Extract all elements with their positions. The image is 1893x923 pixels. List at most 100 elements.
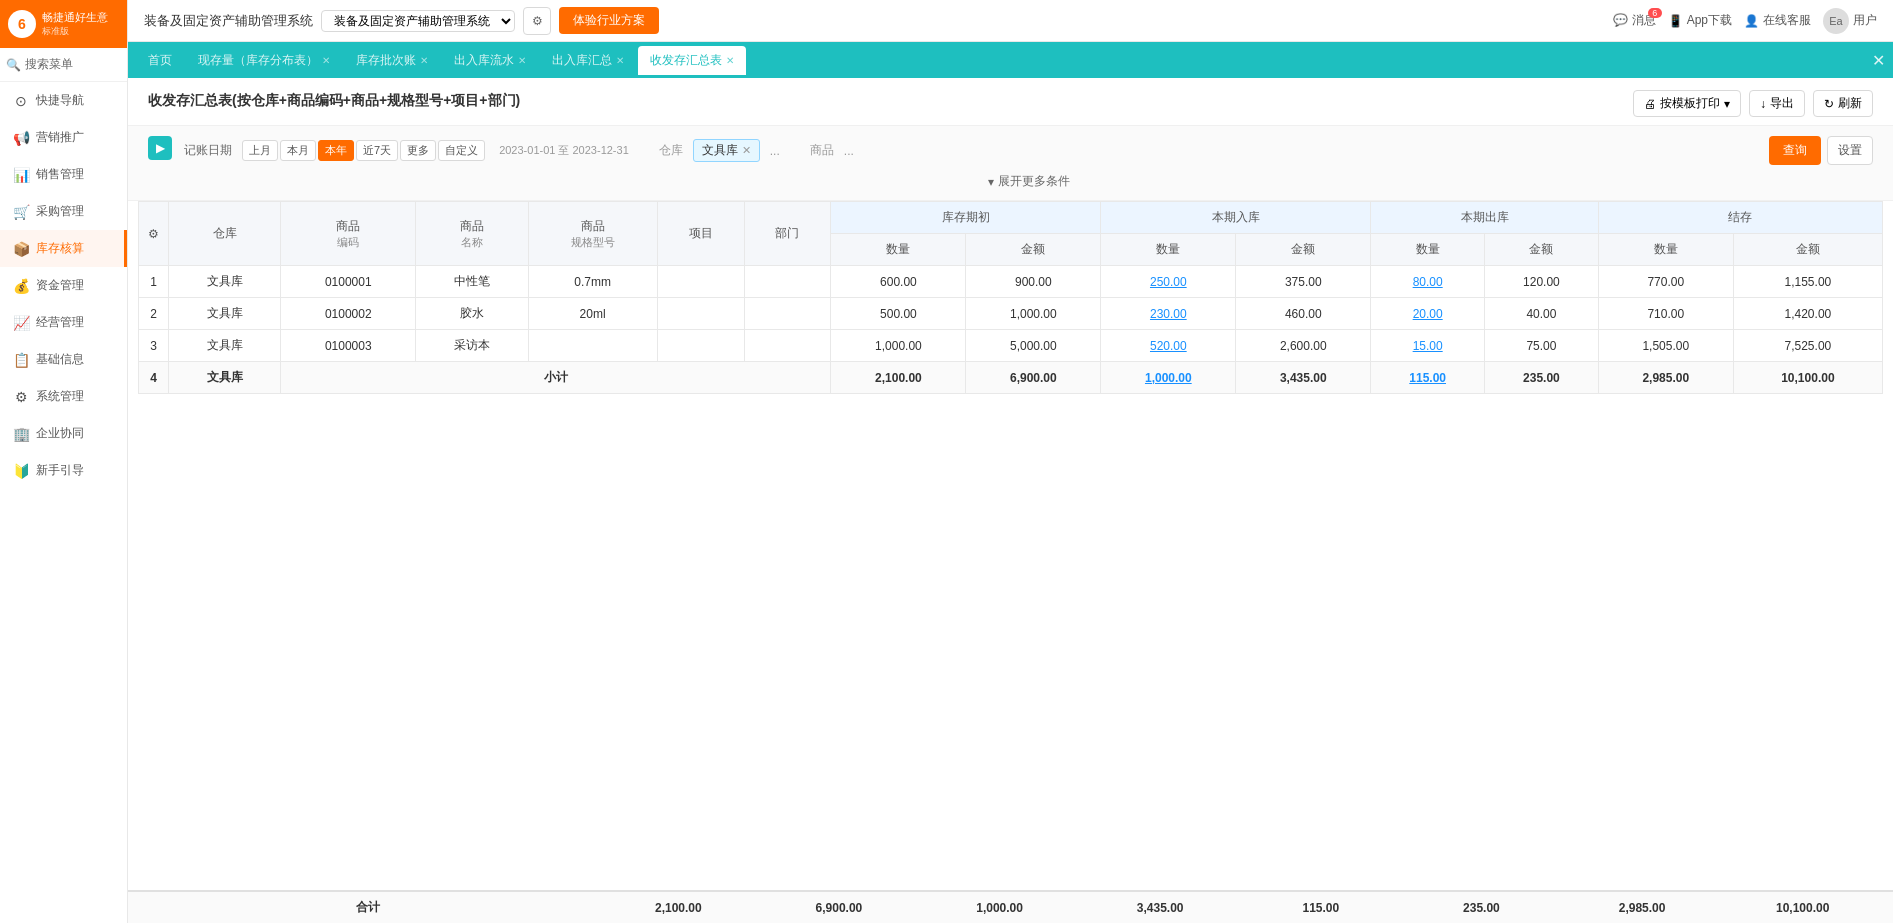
col-out-amt: 金额 [1485, 234, 1599, 266]
sidebar-item-guide[interactable]: 🔰 新手引导 [0, 452, 127, 489]
tab-stock-dist-close[interactable]: ✕ [322, 55, 330, 66]
row-out-qty[interactable]: 20.00 [1371, 298, 1485, 330]
guide-icon: 🔰 [12, 463, 30, 479]
date-range-display: 2023-01-01 至 2023-12-31 [499, 143, 629, 158]
sidebar-item-sales[interactable]: 📊 销售管理 [0, 156, 127, 193]
subtotal-warehouse: 文具库 [169, 362, 281, 394]
date-btn-more[interactable]: 更多 [400, 140, 436, 161]
warehouse-ellipsis[interactable]: ... [770, 144, 780, 158]
sidebar-item-operation[interactable]: 📈 经营管理 [0, 304, 127, 341]
tab-bar: 首页 现存量（库存分布表） ✕ 库存批次账 ✕ 出入库流水 ✕ 出入库汇总 ✕ … [128, 42, 1893, 78]
sidebar-item-quick-nav[interactable]: ⊙ 快捷导航 [0, 82, 127, 119]
tab-recv-send[interactable]: 收发存汇总表 ✕ [638, 46, 746, 75]
sidebar-item-label: 经营管理 [36, 314, 84, 331]
message-badge-container[interactable]: 💬 消息 6 [1613, 12, 1655, 29]
setting-button[interactable]: 设置 [1827, 136, 1873, 165]
col-code: 商品编码 [281, 202, 416, 266]
gear-icon: ⚙ [532, 14, 543, 28]
print-label: 按模板打印 [1660, 95, 1720, 112]
sidebar-item-basic[interactable]: 📋 基础信息 [0, 341, 127, 378]
tab-inout-flow[interactable]: 出入库流水 ✕ [442, 46, 538, 75]
subtotal-in-qty[interactable]: 1,000.00 [1101, 362, 1236, 394]
row-out-qty[interactable]: 15.00 [1371, 330, 1485, 362]
inventory-icon: 📦 [12, 241, 30, 257]
tab-batch-close[interactable]: ✕ [420, 55, 428, 66]
expand-more-conditions[interactable]: ▾ 展开更多条件 [988, 173, 1070, 190]
filter-collapse-btn[interactable]: ▶ [148, 136, 172, 160]
system-selector[interactable]: 装备及固定资产辅助管理系统 [321, 10, 515, 32]
row-bal-amt: 1,155.00 [1733, 266, 1882, 298]
online-service[interactable]: 👤 在线客服 [1744, 12, 1811, 29]
warehouse-tag-close[interactable]: ✕ [742, 144, 751, 157]
sidebar-item-purchase[interactable]: 🛒 采购管理 [0, 193, 127, 230]
sidebar-item-enterprise[interactable]: 🏢 企业协同 [0, 415, 127, 452]
sidebar-item-label: 系统管理 [36, 388, 84, 405]
col-dept: 部门 [744, 202, 831, 266]
date-btn-this-month[interactable]: 本月 [280, 140, 316, 161]
refresh-button[interactable]: ↻ 刷新 [1813, 90, 1873, 117]
date-btn-this-year[interactable]: 本年 [318, 140, 354, 161]
tab-inout-flow-close[interactable]: ✕ [518, 55, 526, 66]
user-label: 用户 [1853, 12, 1877, 29]
sidebar-item-finance[interactable]: 💰 资金管理 [0, 267, 127, 304]
message-icon: 💬 [1613, 13, 1628, 27]
export-label: 导出 [1770, 95, 1794, 112]
row-out-qty[interactable]: 80.00 [1371, 266, 1485, 298]
tab-recv-send-close[interactable]: ✕ [726, 55, 734, 66]
sidebar-item-system[interactable]: ⚙ 系统管理 [0, 378, 127, 415]
close-all-tabs[interactable]: ✕ [1872, 51, 1885, 70]
tab-home[interactable]: 首页 [136, 46, 184, 75]
trial-button[interactable]: 体验行业方案 [559, 7, 659, 34]
chevron-down-icon: ▾ [1724, 97, 1730, 111]
gear-button[interactable]: ⚙ [523, 7, 551, 35]
col-out-qty: 数量 [1371, 234, 1485, 266]
date-btn-7days[interactable]: 近7天 [356, 140, 398, 161]
col-warehouse: 仓库 [169, 202, 281, 266]
sidebar-item-label: 企业协同 [36, 425, 84, 442]
row-no: 2 [139, 298, 169, 330]
phone-icon: 📱 [1668, 14, 1683, 28]
subtotal-init-qty: 2,100.00 [831, 362, 966, 394]
finance-icon: 💰 [12, 278, 30, 294]
service-label: 在线客服 [1763, 12, 1811, 29]
row-init-amt: 900.00 [966, 266, 1101, 298]
app-download[interactable]: 📱 App下载 [1668, 12, 1732, 29]
row-bal-qty: 1,505.00 [1598, 330, 1733, 362]
export-button[interactable]: ↓ 导出 [1749, 90, 1805, 117]
query-button[interactable]: 查询 [1769, 136, 1821, 165]
col-in-amt: 金额 [1236, 234, 1371, 266]
print-icon: 🖨 [1644, 97, 1656, 111]
subtotal-out-amt: 235.00 [1485, 362, 1599, 394]
sales-icon: 📊 [12, 167, 30, 183]
print-button[interactable]: 🖨 按模板打印 ▾ [1633, 90, 1741, 117]
tab-inout-summary-close[interactable]: ✕ [616, 55, 624, 66]
sidebar-item-inventory[interactable]: 📦 库存核算 [0, 230, 127, 267]
sidebar-item-marketing[interactable]: 📢 营销推广 [0, 119, 127, 156]
goods-ellipsis[interactable]: ... [844, 144, 854, 158]
row-init-amt: 1,000.00 [966, 298, 1101, 330]
col-group-out: 本期出库 [1371, 202, 1599, 234]
total-out-amt: 235.00 [1401, 901, 1562, 915]
col-bal-qty: 数量 [1598, 234, 1733, 266]
topbar: 装备及固定资产辅助管理系统 装备及固定资产辅助管理系统 ⚙ 体验行业方案 💬 消… [128, 0, 1893, 42]
subtotal-out-qty[interactable]: 115.00 [1371, 362, 1485, 394]
row-in-qty[interactable]: 230.00 [1101, 298, 1236, 330]
date-filter-label: 记账日期 [184, 142, 232, 159]
row-bal-qty: 710.00 [1598, 298, 1733, 330]
tab-inout-summary[interactable]: 出入库汇总 ✕ [540, 46, 636, 75]
user-menu[interactable]: Ea 用户 [1823, 8, 1877, 34]
row-in-qty[interactable]: 520.00 [1101, 330, 1236, 362]
filter-bar: ▶ 记账日期 上月 本月 本年 近7天 更多 自定义 2023-01-01 至 … [128, 126, 1893, 201]
tab-batch[interactable]: 库存批次账 ✕ [344, 46, 440, 75]
data-table-wrapper: ⚙ 仓库 商品编码 商品名称 商品规格型号 项目 部门 库存期初 本期入库 本期… [128, 201, 1893, 890]
col-settings[interactable]: ⚙ [139, 202, 169, 266]
search-label: 搜索菜单 [25, 56, 73, 73]
total-init-qty: 2,100.00 [598, 901, 759, 915]
service-icon: 👤 [1744, 14, 1759, 28]
data-table: ⚙ 仓库 商品编码 商品名称 商品规格型号 项目 部门 库存期初 本期入库 本期… [138, 201, 1883, 394]
date-btn-custom[interactable]: 自定义 [438, 140, 485, 161]
row-in-qty[interactable]: 250.00 [1101, 266, 1236, 298]
date-btn-last-month[interactable]: 上月 [242, 140, 278, 161]
tab-stock-dist[interactable]: 现存量（库存分布表） ✕ [186, 46, 342, 75]
sidebar-search[interactable]: 🔍 搜索菜单 [0, 48, 127, 82]
